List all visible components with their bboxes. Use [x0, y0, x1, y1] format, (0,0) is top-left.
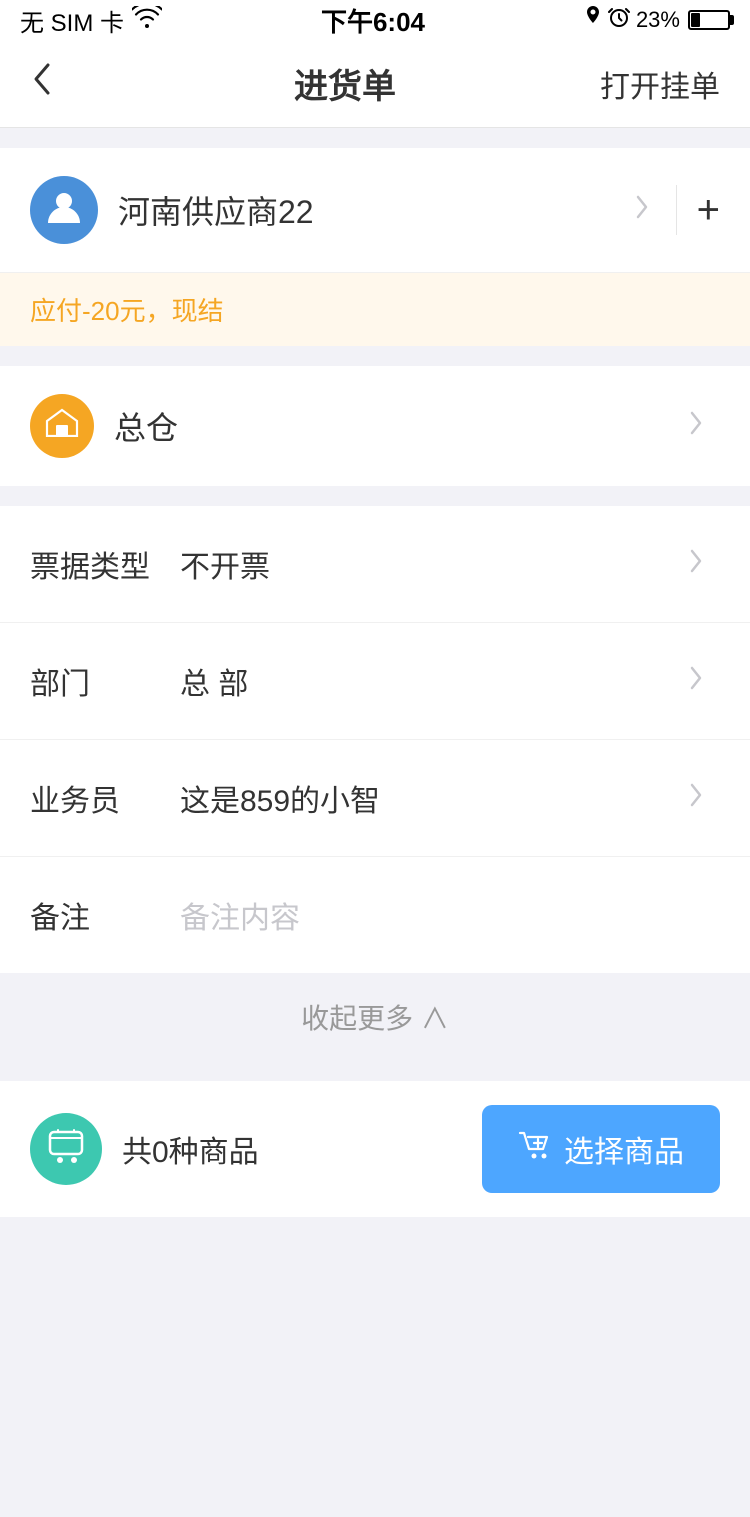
form-section: 票据类型 不开票 部门 总 部 业务员 这是859的小智 备注 备注内容: [0, 506, 750, 973]
warehouse-name: 总仓: [114, 403, 688, 449]
notice-text: 应付-20元，现结: [30, 296, 224, 326]
product-icon-wrap: [30, 1113, 102, 1185]
salesman-label: 业务员: [30, 776, 170, 820]
supplier-section: 河南供应商22 + 应付-20元，现结: [0, 148, 750, 346]
status-bar: 无 SIM 卡 下午6:04 23%: [0, 0, 750, 40]
status-right: 23%: [584, 6, 730, 34]
salesman-value: 这是859的小智: [170, 776, 688, 820]
department-value: 总 部: [170, 659, 688, 703]
supplier-name: 河南供应商22: [118, 187, 634, 233]
page-background: [0, 1217, 750, 1517]
page-title: 进货单: [294, 59, 396, 108]
select-btn-label: 选择商品: [564, 1127, 684, 1171]
warehouse-icon-wrap: [30, 394, 94, 458]
select-product-button[interactable]: 选择商品: [482, 1105, 720, 1193]
collapse-row[interactable]: 收起更多 ∧: [0, 973, 750, 1061]
section-gap-1: [0, 128, 750, 148]
wifi-icon: [132, 6, 162, 35]
open-pending-button[interactable]: 打开挂单: [600, 62, 720, 106]
warehouse-section: 总仓: [0, 366, 750, 486]
department-row[interactable]: 部门 总 部: [0, 623, 750, 740]
location-icon: [584, 6, 602, 34]
section-gap-4: [0, 1061, 750, 1081]
section-gap-3: [0, 486, 750, 506]
department-label: 部门: [30, 659, 170, 703]
salesman-row[interactable]: 业务员 这是859的小智: [0, 740, 750, 857]
back-button[interactable]: [30, 59, 90, 108]
status-time: 下午6:04: [321, 2, 425, 39]
status-left: 无 SIM 卡: [20, 3, 162, 38]
nav-bar: 进货单 打开挂单: [0, 40, 750, 128]
product-count: 共0种商品: [122, 1127, 462, 1171]
section-gap-2: [0, 346, 750, 366]
person-icon: [45, 187, 83, 234]
notice-bar: 应付-20元，现结: [0, 273, 750, 346]
salesman-chevron-icon: [688, 781, 704, 816]
remark-placeholder[interactable]: 备注内容: [170, 893, 720, 937]
cart-icon: [46, 1128, 86, 1171]
carrier-text: 无 SIM 卡: [20, 3, 124, 38]
bottom-bar: 共0种商品 选择商品: [0, 1081, 750, 1217]
warehouse-row[interactable]: 总仓: [0, 366, 750, 486]
supplier-avatar: [30, 176, 98, 244]
supplier-row[interactable]: 河南供应商22 +: [0, 148, 750, 273]
collapse-label: 收起更多 ∧: [301, 1003, 449, 1034]
battery-text: 23%: [636, 7, 680, 33]
invoice-value: 不开票: [170, 542, 688, 586]
supplier-chevron-icon: [634, 193, 650, 228]
invoice-label: 票据类型: [30, 542, 170, 586]
remark-label: 备注: [30, 893, 170, 937]
warehouse-chevron-icon: [688, 409, 704, 444]
vertical-divider: [676, 185, 677, 235]
warehouse-icon: [45, 407, 79, 445]
remark-row[interactable]: 备注 备注内容: [0, 857, 750, 973]
cart-select-icon: [518, 1131, 552, 1167]
department-chevron-icon: [688, 664, 704, 699]
invoice-row[interactable]: 票据类型 不开票: [0, 506, 750, 623]
alarm-icon: [608, 6, 630, 34]
add-button[interactable]: +: [697, 190, 720, 230]
battery-icon: [688, 10, 730, 30]
invoice-chevron-icon: [688, 547, 704, 582]
